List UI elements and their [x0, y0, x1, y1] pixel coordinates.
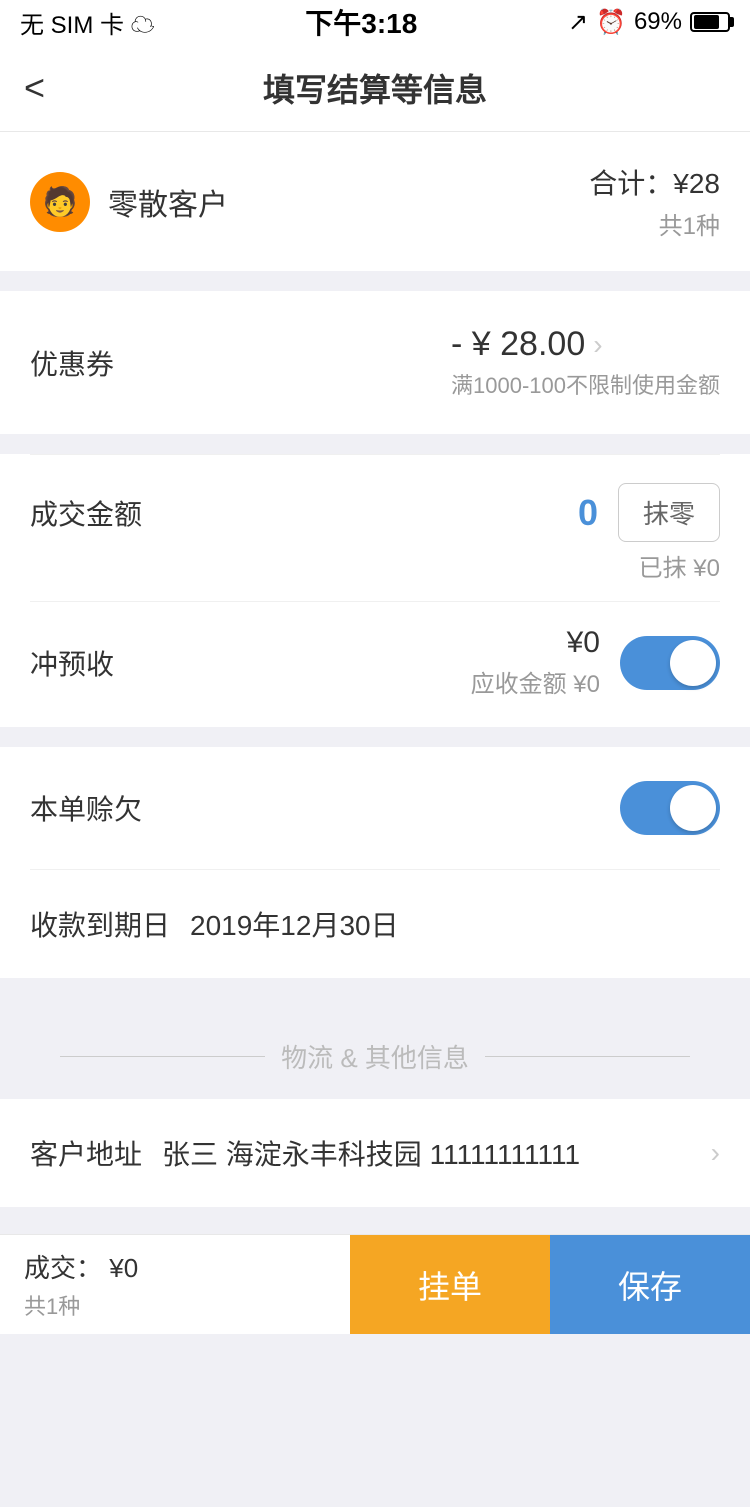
amount-label: 成交金额 [30, 493, 142, 533]
bottom-bar: 成交： ¥0 共1种 挂单 保存 [0, 1234, 750, 1334]
precharge-right: ¥0 应收金额 ¥0 [471, 626, 720, 699]
customer-section: 🧑 零散客户 合计：¥28 共1种 [0, 132, 750, 271]
debt-row: 本单赊欠 [30, 747, 720, 869]
precharge-toggle[interactable] [620, 636, 720, 690]
coupon-row[interactable]: 优惠券 - ¥ 28.00 › 满1000-100不限制使用金额 [30, 291, 720, 434]
address-row[interactable]: 客户地址 张三 海淀永丰科技园 11111111111 › [0, 1099, 750, 1207]
divider-3 [0, 727, 750, 747]
bottom-count: 共1种 [24, 1289, 326, 1321]
debt-toggle-knob [670, 785, 716, 831]
customer-name: 零散客户 [108, 180, 228, 224]
customer-right: 合计：¥28 共1种 [589, 162, 720, 241]
logistics-title: 物流 & 其他信息 [281, 1038, 469, 1075]
status-bar: 无 SIM 卡 ☁ 下午3:18 ↗ ⏰ 69% [0, 0, 750, 44]
precharge-row: 冲预收 ¥0 应收金额 ¥0 [30, 601, 720, 727]
debt-section: 本单赊欠 收款到期日 2019年12月30日 [0, 747, 750, 978]
coupon-hint: 满1000-100不限制使用金额 [451, 368, 720, 400]
precharge-label: 冲预收 [30, 643, 114, 683]
total-count: 共1种 [589, 206, 720, 241]
status-left: 无 SIM 卡 ☁ [20, 5, 155, 40]
amount-row: 成交金额 0 抹零 已抹 ¥0 [30, 454, 720, 601]
address-chevron-icon: › [711, 1137, 720, 1169]
precharge-amounts: ¥0 应收金额 ¥0 [471, 626, 600, 699]
avatar-icon: 🧑 [43, 185, 78, 218]
divider-line-right [485, 1056, 690, 1057]
address-label: 客户地址 [30, 1133, 142, 1173]
suspend-button[interactable]: 挂单 [350, 1235, 550, 1334]
chevron-right-icon: › [593, 329, 602, 361]
back-button[interactable]: < [24, 67, 45, 109]
logistics-header: 物流 & 其他信息 [0, 1018, 750, 1095]
avatar: 🧑 [30, 172, 90, 232]
coupon-amount: - ¥ 28.00 [451, 325, 585, 364]
bottom-transaction-value: ¥0 [109, 1253, 138, 1283]
status-right: ↗ ⏰ 69% [568, 8, 730, 37]
divider-4 [0, 978, 750, 1018]
customer-row: 🧑 零散客户 合计：¥28 共1种 [30, 132, 720, 271]
divider-line-left [60, 1056, 265, 1057]
amount-sub: 已抹 ¥0 [30, 542, 720, 593]
debt-toggle[interactable] [620, 781, 720, 835]
due-date-value[interactable]: 2019年12月30日 [190, 904, 399, 944]
location-icon: ↗ [568, 8, 588, 37]
sim-status: 无 SIM 卡 ☁ [20, 5, 155, 40]
alarm-icon: ⏰ [596, 8, 626, 37]
transaction-section: 成交金额 0 抹零 已抹 ¥0 冲预收 ¥0 应收金额 ¥0 [0, 454, 750, 727]
amount-value[interactable]: 0 [578, 492, 598, 534]
bottom-transaction: 成交： ¥0 [24, 1248, 326, 1285]
battery-percent: 69% [634, 8, 682, 36]
save-button[interactable]: 保存 [550, 1235, 750, 1334]
precharge-sub-amount: 应收金额 ¥0 [471, 664, 600, 699]
due-date-label: 收款到期日 [30, 904, 170, 944]
divider-1 [0, 271, 750, 291]
address-value: 张三 海淀永丰科技园 11111111111 [162, 1133, 703, 1173]
status-time: 下午3:18 [305, 2, 417, 42]
due-date-row: 收款到期日 2019年12月30日 [30, 869, 720, 978]
page-title: 填写结算等信息 [263, 65, 487, 111]
customer-left: 🧑 零散客户 [30, 172, 228, 232]
bottom-transaction-label: 成交： [24, 1253, 102, 1283]
round-button[interactable]: 抹零 [618, 483, 720, 542]
battery-icon [690, 12, 730, 32]
bottom-left: 成交： ¥0 共1种 [0, 1235, 350, 1334]
coupon-right: - ¥ 28.00 › 满1000-100不限制使用金额 [451, 325, 720, 400]
precharge-main-amount: ¥0 [471, 626, 600, 660]
toggle-knob [670, 640, 716, 686]
nav-bar: < 填写结算等信息 [0, 44, 750, 132]
logistics-divider: 物流 & 其他信息 [30, 1038, 720, 1075]
amount-top: 成交金额 0 抹零 [30, 483, 720, 542]
debt-label: 本单赊欠 [30, 788, 142, 828]
coupon-label: 优惠券 [30, 343, 114, 383]
divider-2 [0, 434, 750, 454]
total-label: 合计：¥28 [589, 162, 720, 202]
coupon-section: 优惠券 - ¥ 28.00 › 满1000-100不限制使用金额 [0, 291, 750, 434]
